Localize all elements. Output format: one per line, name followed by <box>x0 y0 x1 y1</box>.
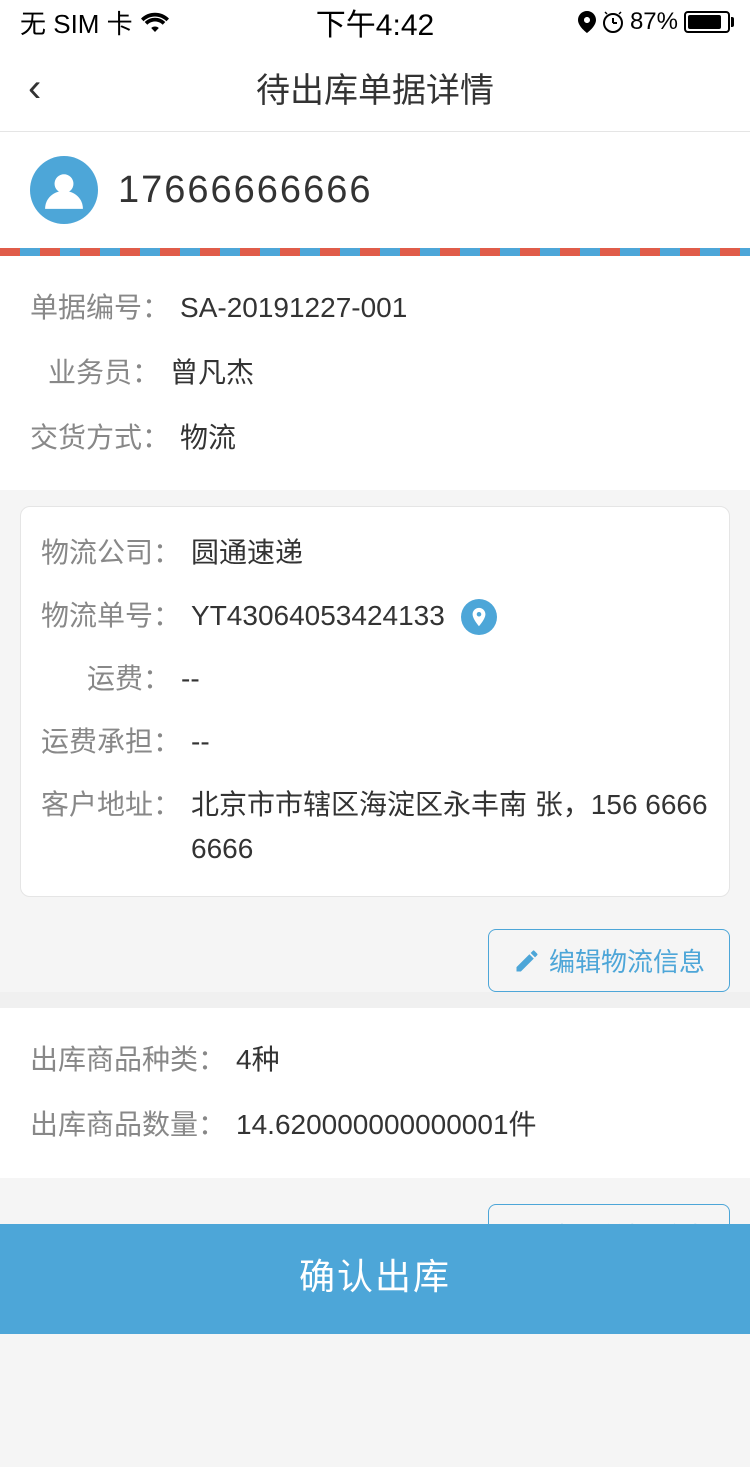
salesperson-row: 业务员： 曾凡杰 <box>30 351 720 396</box>
freight-bearer-value: -- <box>191 720 709 765</box>
basic-info-section: 单据编号： SA-20191227-001 业务员： 曾凡杰 交货方式： 物流 <box>0 256 750 490</box>
goods-quantity-row: 出库商品数量： 14.620000000000001件 <box>30 1103 720 1148</box>
battery-icon <box>684 11 730 33</box>
freight-bearer-row: 运费承担： -- <box>41 720 709 765</box>
logistics-company-row: 物流公司： 圆通速递 <box>41 531 709 576</box>
tracking-value-wrap: YT43064053424133 <box>191 594 709 639</box>
back-button[interactable]: ‹ <box>28 68 41 108</box>
logistics-company-label: 物流公司： <box>41 531 181 576</box>
delivery-method-row: 交货方式： 物流 <box>30 416 720 461</box>
tracking-location-icon[interactable] <box>461 599 497 635</box>
freight-value: -- <box>181 657 709 702</box>
battery-text: 87% <box>630 8 678 36</box>
user-phone: 17666666666 <box>118 169 372 212</box>
nav-bar: ‹ 待出库单据详情 <box>0 44 750 132</box>
logistics-card: 物流公司： 圆通速递 物流单号： YT43064053424133 运费： --… <box>20 506 730 897</box>
salesperson-label: 业务员： <box>30 351 160 396</box>
logistics-company-value: 圆通速递 <box>191 531 709 576</box>
address-label: 客户地址： <box>41 783 181 828</box>
alarm-icon <box>602 11 624 33</box>
tracking-number: YT43064053424133 <box>191 594 445 639</box>
doc-number-row: 单据编号： SA-20191227-001 <box>30 286 720 331</box>
pin-icon <box>468 606 490 628</box>
status-right: 87% <box>578 8 730 36</box>
goods-type-label: 出库商品种类： <box>30 1038 226 1083</box>
avatar-icon <box>43 169 85 211</box>
doc-number-label: 单据编号： <box>30 286 170 331</box>
goods-quantity-value: 14.620000000000001件 <box>236 1103 720 1148</box>
location-status-icon <box>578 11 596 33</box>
goods-type-row: 出库商品种类： 4种 <box>30 1038 720 1083</box>
salesperson-value: 曾凡杰 <box>170 351 720 396</box>
user-card: 17666666666 <box>0 132 750 248</box>
page-title: 待出库单据详情 <box>256 63 494 112</box>
edit-logistics-label: 编辑物流信息 <box>549 942 705 979</box>
goods-type-value: 4种 <box>236 1038 720 1083</box>
tracking-row: 物流单号： YT43064053424133 <box>41 594 709 639</box>
dashed-separator <box>0 248 750 256</box>
edit-logistics-button[interactable]: 编辑物流信息 <box>488 929 730 992</box>
delivery-method-value: 物流 <box>180 416 720 461</box>
section-divider <box>0 992 750 1008</box>
freight-label: 运费： <box>41 657 171 702</box>
address-row: 客户地址： 北京市市辖区海淀区永丰南 张，156 6666 6666 <box>41 783 709 873</box>
edit-logistics-wrap: 编辑物流信息 <box>0 913 750 992</box>
avatar <box>30 156 98 224</box>
goods-quantity-label: 出库商品数量： <box>30 1103 226 1148</box>
edit-icon <box>513 947 541 975</box>
goods-section: 出库商品种类： 4种 出库商品数量： 14.620000000000001件 <box>0 1008 750 1178</box>
carrier-text: 无 SIM 卡 <box>20 4 133 41</box>
wifi-icon <box>141 11 169 33</box>
doc-number-value: SA-20191227-001 <box>180 286 720 331</box>
freight-row: 运费： -- <box>41 657 709 702</box>
delivery-method-label: 交货方式： <box>30 416 170 461</box>
freight-bearer-label: 运费承担： <box>41 720 181 765</box>
confirm-btn-label: 确认出库 <box>299 1248 451 1300</box>
tracking-label: 物流单号： <box>41 594 181 639</box>
confirm-btn-wrap[interactable]: 确认出库 <box>0 1224 750 1334</box>
status-bar: 无 SIM 卡 下午4:42 87% <box>0 0 750 44</box>
address-value: 北京市市辖区海淀区永丰南 张，156 6666 6666 <box>191 783 709 873</box>
status-carrier: 无 SIM 卡 <box>20 4 169 41</box>
status-time: 下午4:42 <box>316 0 434 44</box>
